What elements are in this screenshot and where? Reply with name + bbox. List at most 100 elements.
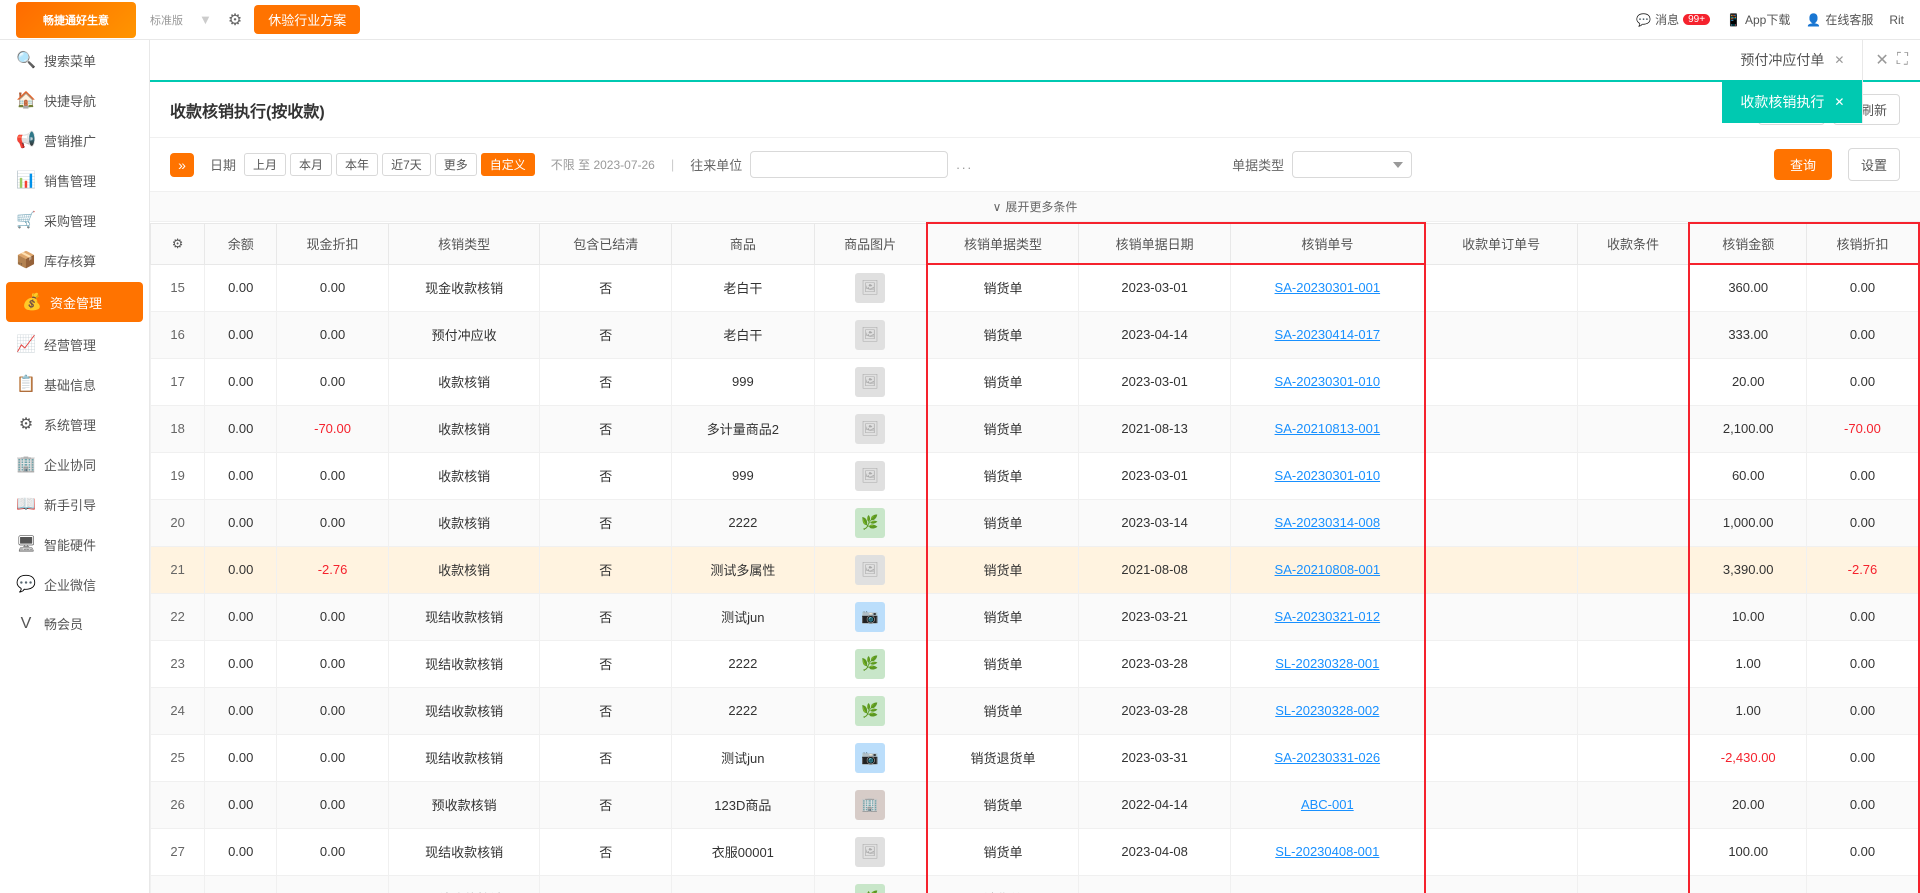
- cell-write_off_no[interactable]: SA-20210813-001: [1230, 405, 1424, 452]
- tab-collection[interactable]: 收款核销执行✕: [1722, 81, 1863, 123]
- cell-gear: 24: [151, 687, 205, 734]
- this-year-btn[interactable]: 本年: [336, 153, 378, 176]
- sidebar-icon-wechat: 💬: [16, 574, 36, 594]
- write-off-no-link[interactable]: SA-20230301-001: [1275, 280, 1381, 295]
- sidebar-item-basic[interactable]: 📋基础信息: [0, 364, 149, 404]
- tab-close-collection[interactable]: ✕: [1834, 95, 1844, 109]
- sidebar-item-sales[interactable]: 📊销售管理: [0, 160, 149, 200]
- sidebar-item-member[interactable]: V畅会员: [0, 604, 149, 643]
- write-off-no-link[interactable]: SA-20230331-026: [1275, 750, 1381, 765]
- cell-gear: 22: [151, 593, 205, 640]
- expand-more-btn[interactable]: ∨ 展开更多条件: [993, 198, 1078, 215]
- write-off-no-link[interactable]: SA-20210813-001: [1275, 421, 1381, 436]
- sidebar-item-guide[interactable]: 📖新手引导: [0, 484, 149, 524]
- cell-write_off_no[interactable]: SA-20230301-001: [1230, 264, 1424, 311]
- cell-write_off_no[interactable]: SL-20230328-002: [1230, 687, 1424, 734]
- table-row: 160.000.00预付冲应收否老白干🖼销货单2023-04-14SA-2023…: [151, 311, 1920, 358]
- last-month-btn[interactable]: 上月: [244, 153, 286, 176]
- sidebar-item-hardware[interactable]: 🖥智能硬件: [0, 524, 149, 564]
- from-unit-input[interactable]: [750, 151, 948, 178]
- cell-write_off_type: 收款核销: [388, 452, 540, 499]
- cell-balance: 0.00: [205, 546, 277, 593]
- write-off-no-link[interactable]: SL-20230328-002: [1275, 703, 1379, 718]
- sidebar-icon-basic: 📋: [16, 374, 36, 394]
- this-month-btn[interactable]: 本月: [290, 153, 332, 176]
- cell-write_off_no[interactable]: SA-20230331-026: [1230, 734, 1424, 781]
- sidebar-icon-marketing: 📢: [16, 130, 36, 150]
- cell-write_off_discount: 0.00: [1806, 593, 1919, 640]
- sidebar-item-system[interactable]: ⚙系统管理: [0, 404, 149, 444]
- write-off-no-link[interactable]: SL-20230328-001: [1275, 656, 1379, 671]
- cell-cash_discount: 0.00: [277, 734, 389, 781]
- filter-settings-btn[interactable]: 设置: [1848, 148, 1900, 181]
- sidebar-item-nav[interactable]: 🏠快捷导航: [0, 80, 149, 120]
- settings-icon[interactable]: ⚙: [228, 10, 242, 30]
- sidebar-item-finance[interactable]: 💰资金管理: [6, 282, 143, 322]
- cell-write_off_no[interactable]: SL-20230328-001: [1230, 640, 1424, 687]
- service-group[interactable]: 👤 在线客服: [1806, 11, 1873, 28]
- cell-balance: 0.00: [205, 781, 277, 828]
- cell-write_off_no[interactable]: SA-20230314-008: [1230, 499, 1424, 546]
- last-7-days-btn[interactable]: 近7天: [382, 153, 431, 176]
- app-download-group[interactable]: 📱 App下载: [1726, 11, 1790, 28]
- write-off-no-link[interactable]: SA-20230301-010: [1275, 468, 1381, 483]
- write-off-no-link[interactable]: ABC-001: [1301, 797, 1354, 812]
- main-content: 首页预付冲应付单✕收款核销执行✕ ✕ ⛶ 收款核销执行(按收款) ⬆ 导出: [150, 40, 1920, 893]
- date-range: 不限 至 2023-07-26: [551, 156, 655, 173]
- cell-write_off_discount: 0.00: [1806, 734, 1919, 781]
- sidebar-item-business[interactable]: 📈经营管理: [0, 324, 149, 364]
- sidebar-item-wechat[interactable]: 💬企业微信: [0, 564, 149, 604]
- close-tab-btn[interactable]: ✕: [1875, 50, 1888, 70]
- order-type-select[interactable]: [1292, 151, 1412, 178]
- sidebar-item-inventory[interactable]: 📦库存核算: [0, 240, 149, 280]
- order-type-group: 单据类型: [1232, 151, 1758, 178]
- tab-prepay[interactable]: 预付冲应付单✕: [1722, 40, 1863, 81]
- cell-receipt_order_no: [1425, 828, 1577, 875]
- filter-expand-btn[interactable]: »: [170, 153, 194, 177]
- cell-write_off_no[interactable]: SL-20230408-001: [1230, 828, 1424, 875]
- cell-product_img: 🖼: [814, 311, 926, 358]
- message-icon-group[interactable]: 💬 消息 99+: [1636, 11, 1710, 28]
- more-date-btn[interactable]: 更多: [435, 153, 477, 176]
- write-off-no-link[interactable]: SA-20230314-008: [1275, 515, 1381, 530]
- cell-balance: 0.00: [205, 264, 277, 311]
- cell-write_off_discount: 0.00: [1806, 311, 1919, 358]
- tab-close-prepay[interactable]: ✕: [1834, 53, 1844, 67]
- write-off-no-link[interactable]: SL-20230408-001: [1275, 844, 1379, 859]
- cell-balance: 0.00: [205, 499, 277, 546]
- solution-btn[interactable]: 休验行业方案: [254, 5, 360, 34]
- cell-receipt_condition: [1577, 452, 1689, 499]
- cell-write_off_no[interactable]: SA-20230414-017: [1230, 311, 1424, 358]
- cell-include_settled: 否: [540, 687, 672, 734]
- custom-date-btn[interactable]: 自定义: [481, 153, 535, 176]
- sidebar-item-purchase[interactable]: 🛒采购管理: [0, 200, 149, 240]
- cell-write_off_no[interactable]: ABC-001: [1230, 781, 1424, 828]
- sidebar-item-search[interactable]: 🔍搜索菜单: [0, 40, 149, 80]
- sidebar-item-enterprise[interactable]: 🏢企业协同: [0, 444, 149, 484]
- cell-write_off_no[interactable]: SA-20230321-012: [1230, 593, 1424, 640]
- cell-write_off_no[interactable]: SA-20210808-001: [1230, 546, 1424, 593]
- cell-write_off_no[interactable]: SA-20230301-010: [1230, 358, 1424, 405]
- cell-product: 测试jun: [672, 734, 815, 781]
- query-btn[interactable]: 查询: [1774, 149, 1832, 180]
- col-header-write_off_bill_type: 核销单据类型: [927, 223, 1079, 264]
- cell-write_off_amount: 100.00: [1689, 828, 1806, 875]
- cell-write_off_no[interactable]: SL-20230418-001: [1230, 875, 1424, 893]
- cell-cash_discount: 0.00: [277, 781, 389, 828]
- sidebar-item-marketing[interactable]: 📢营销推广: [0, 120, 149, 160]
- write-off-no-link[interactable]: SA-20210808-001: [1275, 562, 1381, 577]
- write-off-no-link[interactable]: SA-20230301-010: [1275, 374, 1381, 389]
- cell-product: 2222: [672, 640, 815, 687]
- maximize-btn[interactable]: ⛶: [1897, 51, 1908, 69]
- cell-write_off_type: 收款核销: [388, 546, 540, 593]
- cell-write_off_date: 2023-04-14: [1079, 311, 1231, 358]
- cell-product: 2222: [672, 875, 815, 893]
- user-group[interactable]: Rit: [1889, 13, 1904, 27]
- cell-write_off_no[interactable]: SA-20230301-010: [1230, 452, 1424, 499]
- write-off-no-link[interactable]: SA-20230321-012: [1275, 609, 1381, 624]
- cell-cash_discount: 0.00: [277, 687, 389, 734]
- cell-write_off_discount: 0.00: [1806, 499, 1919, 546]
- sidebar-label-hardware: 智能硬件: [44, 535, 96, 554]
- cell-product: 测试jun: [672, 593, 815, 640]
- write-off-no-link[interactable]: SA-20230414-017: [1275, 327, 1381, 342]
